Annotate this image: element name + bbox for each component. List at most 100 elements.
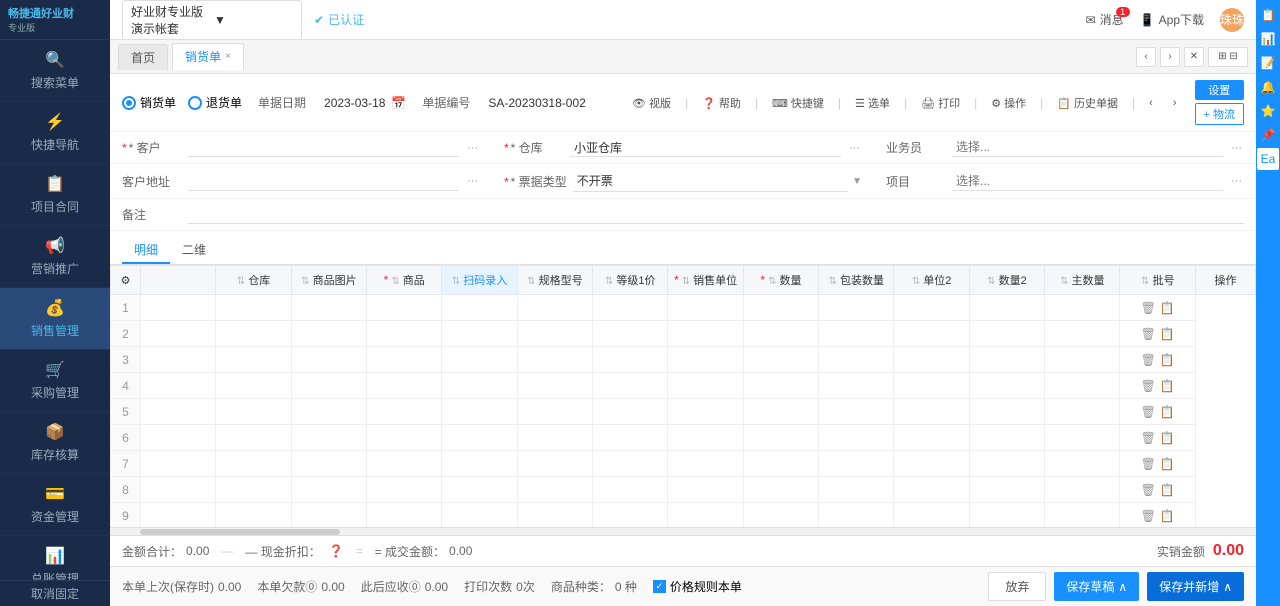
row-qty-cell[interactable] [668, 399, 743, 425]
row-qty-cell[interactable] [668, 425, 743, 451]
row-copy-icon[interactable]: 📋 [1160, 483, 1175, 497]
row-qty-cell[interactable] [668, 347, 743, 373]
row-delete-icon[interactable]: 🗑 [1141, 405, 1156, 419]
right-icon-4[interactable]: 🔔 [1257, 76, 1279, 98]
tab-prev-button[interactable]: ‹ [1136, 47, 1156, 67]
row-price-cell[interactable] [517, 451, 592, 477]
ticket-select[interactable]: 不开票 ▼ [573, 170, 862, 192]
row-delete-icon[interactable]: 🗑 [1141, 509, 1156, 523]
tab-grid-view-button[interactable]: ⊞ ⊟ [1208, 47, 1248, 67]
row-qty-cell[interactable] [668, 503, 743, 528]
row-price-cell[interactable] [517, 295, 592, 321]
row-product-cell[interactable] [291, 503, 366, 528]
row-qty2-cell[interactable] [894, 477, 969, 503]
row-qty2-cell[interactable] [894, 321, 969, 347]
shortcut-button[interactable]: ⌨ 快捷键 [766, 93, 830, 113]
save-draft-button[interactable]: 保存草稿 ∧ [1054, 572, 1139, 601]
row-unit2-cell[interactable] [819, 399, 894, 425]
number-value[interactable]: SA-20230318-002 [488, 96, 585, 110]
row-pack-cell[interactable] [743, 477, 818, 503]
next-record-button[interactable]: › [1167, 95, 1183, 111]
row-unit2-cell[interactable] [819, 295, 894, 321]
row-price-cell[interactable] [517, 477, 592, 503]
row-product-cell[interactable] [291, 295, 366, 321]
row-scan-cell[interactable] [367, 477, 442, 503]
row-scan-cell[interactable] [367, 321, 442, 347]
tab-next-button[interactable]: › [1160, 47, 1180, 67]
row-delete-icon[interactable]: 🗑 [1141, 353, 1156, 367]
row-spec-cell[interactable] [442, 477, 517, 503]
row-spec-cell[interactable] [442, 373, 517, 399]
prev-record-button[interactable]: ‹ [1143, 95, 1159, 111]
row-price-cell[interactable] [517, 347, 592, 373]
tab-home[interactable]: 首页 [118, 44, 168, 70]
row-unit2-cell[interactable] [819, 503, 894, 528]
row-price-cell[interactable] [517, 425, 592, 451]
row-copy-icon[interactable]: 📋 [1160, 327, 1175, 341]
right-icon-2[interactable]: 📊 [1257, 28, 1279, 50]
row-unit2-cell[interactable] [819, 321, 894, 347]
col-scan-header[interactable]: ⇅ 扫码录入 [442, 266, 517, 295]
row-unit-cell[interactable] [593, 373, 668, 399]
row-scan-cell[interactable] [367, 295, 442, 321]
row-warehouse-cell[interactable] [141, 425, 216, 451]
row-qty-cell[interactable] [668, 477, 743, 503]
settings-button[interactable]: 设置 [1195, 80, 1244, 100]
remark-input[interactable] [188, 205, 1244, 224]
row-product-cell[interactable] [291, 347, 366, 373]
row-unit-cell[interactable] [593, 503, 668, 528]
row-main-qty-cell[interactable] [969, 399, 1044, 425]
sidebar-item-finance[interactable]: 💳 资金管理 [0, 474, 110, 536]
row-copy-icon[interactable]: 📋 [1160, 509, 1175, 523]
print-button[interactable]: 🖨 打印 [915, 93, 966, 113]
row-batch-cell[interactable] [1045, 295, 1120, 321]
row-spec-cell[interactable] [442, 425, 517, 451]
row-pack-cell[interactable] [743, 425, 818, 451]
row-image-cell[interactable] [216, 321, 291, 347]
row-main-qty-cell[interactable] [969, 451, 1044, 477]
row-batch-cell[interactable] [1045, 425, 1120, 451]
right-icon-1[interactable]: 📋 [1257, 4, 1279, 26]
row-batch-cell[interactable] [1045, 503, 1120, 528]
salesperson-input[interactable] [952, 138, 1223, 157]
row-batch-cell[interactable] [1045, 399, 1120, 425]
row-warehouse-cell[interactable] [141, 503, 216, 528]
row-main-qty-cell[interactable] [969, 425, 1044, 451]
history-button[interactable]: 📋 历史单据 [1051, 93, 1124, 113]
row-copy-icon[interactable]: 📋 [1160, 405, 1175, 419]
date-value[interactable]: 2023-03-18 [324, 96, 385, 110]
save-new-button[interactable]: 保存并新增 ∧ [1147, 572, 1244, 601]
row-main-qty-cell[interactable] [969, 347, 1044, 373]
row-batch-cell[interactable] [1045, 477, 1120, 503]
address-input[interactable] [188, 172, 459, 191]
company-selector[interactable]: 好业财专业版演示帐套 ▼ [122, 0, 302, 40]
row-qty-cell[interactable] [668, 295, 743, 321]
row-pack-cell[interactable] [743, 347, 818, 373]
sidebar-item-search[interactable]: 🔍 搜索菜单 [0, 40, 110, 102]
row-product-cell[interactable] [291, 373, 366, 399]
row-image-cell[interactable] [216, 295, 291, 321]
row-unit-cell[interactable] [593, 347, 668, 373]
app-download-button[interactable]: 📱 App下载 [1140, 11, 1204, 28]
message-button[interactable]: ✉ 1 消息 [1086, 11, 1124, 28]
select-button[interactable]: ☰ 选单 [849, 93, 896, 113]
row-delete-icon[interactable]: 🗑 [1141, 457, 1156, 471]
customer-picker-icon[interactable]: ··· [465, 140, 480, 156]
row-spec-cell[interactable] [442, 347, 517, 373]
row-batch-cell[interactable] [1045, 347, 1120, 373]
row-unit-cell[interactable] [593, 451, 668, 477]
row-unit-cell[interactable] [593, 399, 668, 425]
row-unit-cell[interactable] [593, 425, 668, 451]
row-spec-cell[interactable] [442, 295, 517, 321]
row-qty2-cell[interactable] [894, 503, 969, 528]
row-pack-cell[interactable] [743, 321, 818, 347]
row-product-cell[interactable] [291, 477, 366, 503]
sidebar-item-sales[interactable]: 💰 销售管理 [0, 288, 110, 350]
sidebar-item-marketing[interactable]: 📢 营销推广 [0, 226, 110, 288]
salesperson-picker-icon[interactable]: ··· [1229, 140, 1244, 156]
row-spec-cell[interactable] [442, 503, 517, 528]
row-delete-icon[interactable]: 🗑 [1141, 483, 1156, 497]
row-price-cell[interactable] [517, 503, 592, 528]
customer-input[interactable] [188, 138, 459, 157]
row-product-cell[interactable] [291, 425, 366, 451]
